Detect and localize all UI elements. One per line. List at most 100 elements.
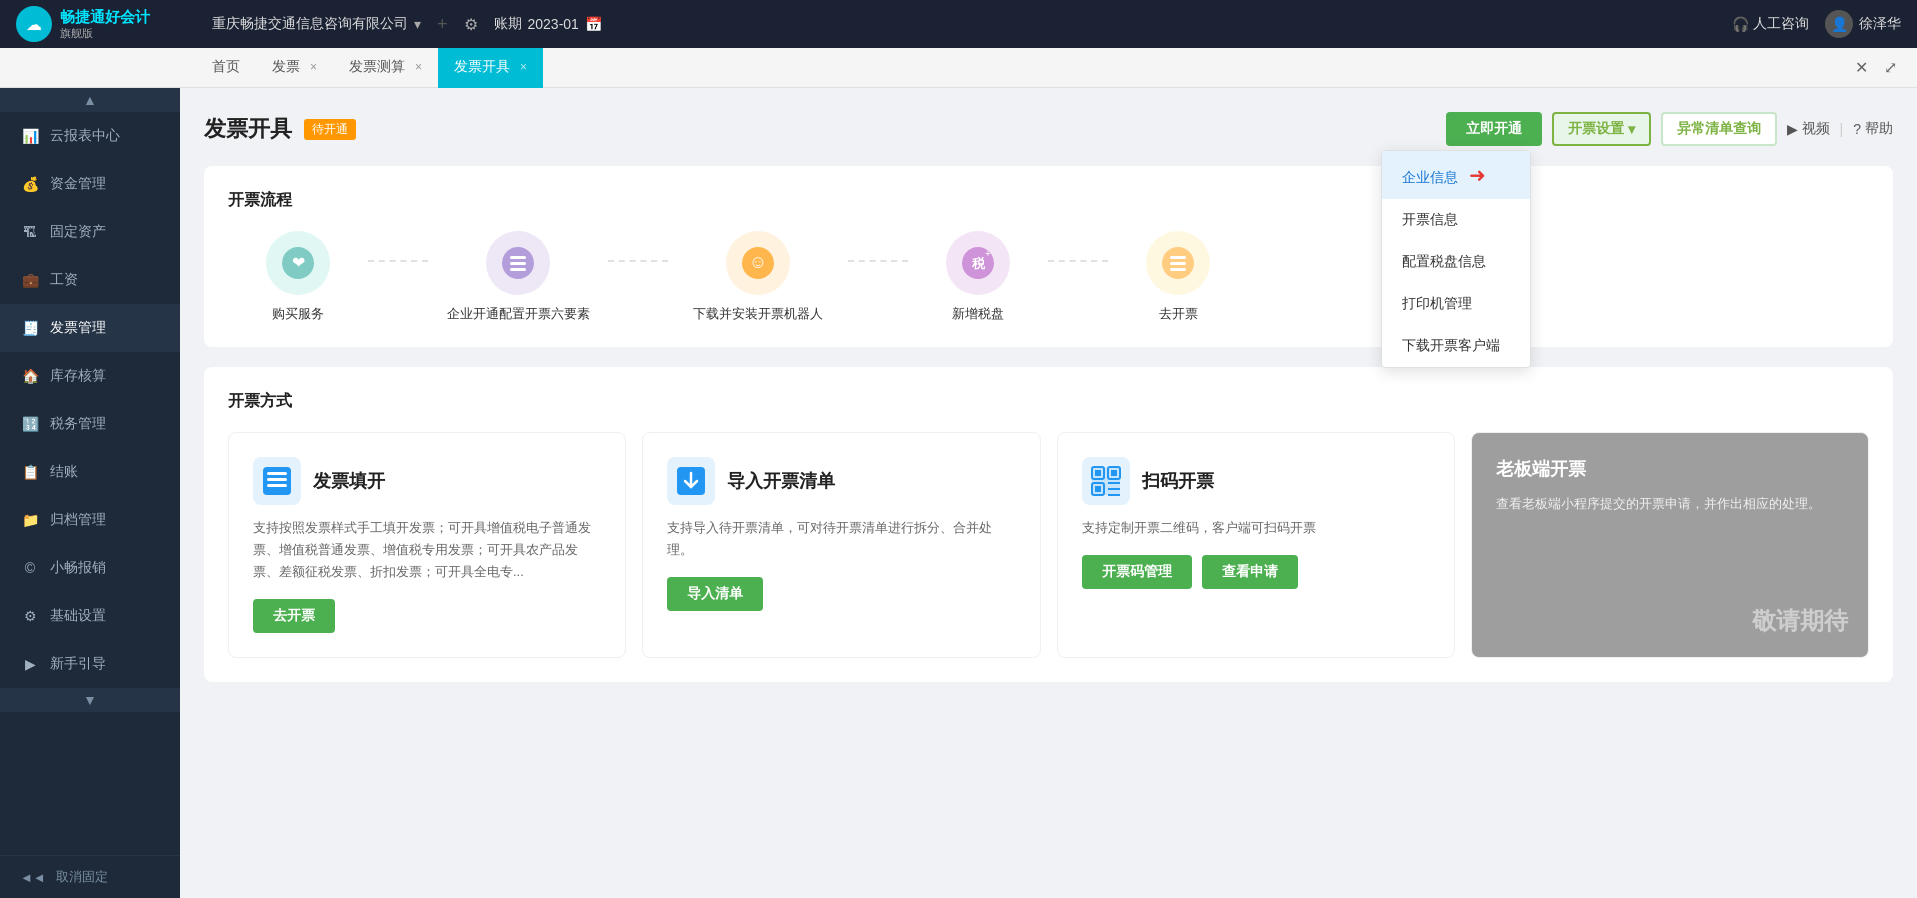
fill-invoice-button[interactable]: 去开票 [253,599,335,633]
sidebar-item-close-account[interactable]: 📋 结账 [0,448,180,496]
header-actions: 立即开通 开票设置 ▾ 企业信息 ➜ 开票信息 [1446,112,1893,146]
tab-home[interactable]: 首页 [196,48,256,88]
coming-soon-overlay: 敬请期待 [1752,605,1848,637]
dropdown-item-download[interactable]: 下载开票客户端 [1382,325,1530,367]
tab-invoice-calc[interactable]: 发票测算 × [333,48,438,88]
import-invoice-button[interactable]: 导入清单 [667,577,763,611]
sidebar-bottom-label: 取消固定 [56,868,108,886]
sidebar-item-expense-label: 小畅报销 [50,559,106,577]
method-card-fill: 发票填开 支持按照发票样式手工填开发票；可开具增值税电子普通发票、增值税普通发票… [228,432,626,658]
tab-invoice-label: 发票 [272,58,300,76]
method-header-boss: 老板端开票 [1496,457,1844,481]
settings-button[interactable]: 开票设置 ▾ [1552,112,1651,146]
tab-invoice-close[interactable]: × [310,60,317,74]
flow-step-4-icon: 税+ [946,231,1010,295]
video-button[interactable]: ▶ 视频 [1787,120,1830,138]
tax-icon: 🔢 [20,414,40,434]
tab-bar: 首页 发票 × 发票测算 × 发票开具 × ✕ ⤢ [0,48,1917,88]
import-invoice-icon [667,457,715,505]
top-bar: ☁ 畅捷通好会计 旗舰版 重庆畅捷交通信息咨询有限公司 ▾ + ⚙ 账期 202… [0,0,1917,48]
expense-icon: © [20,558,40,578]
sidebar-item-funds[interactable]: 💰 资金管理 [0,160,180,208]
consult-button[interactable]: 🎧 人工咨询 [1732,15,1809,33]
flow-title: 开票流程 [228,190,1869,211]
help-button[interactable]: ? 帮助 [1853,120,1893,138]
tab-invoice[interactable]: 发票 × [256,48,333,88]
consult-label: 人工咨询 [1753,15,1809,33]
svg-rect-3 [510,256,526,259]
qrcode-manage-button[interactable]: 开票码管理 [1082,555,1192,589]
logo-area: ☁ 畅捷通好会计 旗舰版 [16,6,196,42]
red-arrow-icon: ➜ [1469,164,1486,186]
invoice-icon: 🧾 [20,318,40,338]
sidebar-scroll-down[interactable]: ▼ [0,688,180,712]
sidebar-item-inventory[interactable]: 🏠 库存核算 [0,352,180,400]
company-name: 重庆畅捷交通信息咨询有限公司 [212,15,408,33]
maximize-button[interactable]: ⤢ [1880,54,1901,81]
sidebar-item-archive[interactable]: 📁 归档管理 [0,496,180,544]
sidebar-item-guide[interactable]: ▶ 新手引导 [0,640,180,688]
tab-invoice-calc-label: 发票测算 [349,58,405,76]
sidebar-unpin-button[interactable]: ◄◄ 取消固定 [0,855,180,898]
calendar-icon[interactable]: 📅 [585,16,602,32]
fill-invoice-icon [253,457,301,505]
settings-icon[interactable]: ⚙ [464,15,478,34]
svg-rect-12 [1170,256,1186,259]
methods-section: 开票方式 发票填开 支持按照发票样式手工填开发票；可开具增值税电子普通发票、增值… [204,367,1893,682]
svg-rect-4 [510,262,526,265]
abnormal-list-button[interactable]: 异常清单查询 [1661,112,1777,146]
sidebar-item-assets[interactable]: 🏗 固定资产 [0,208,180,256]
svg-rect-14 [1170,268,1186,271]
play-icon: ▶ [1787,121,1798,137]
tab-invoice-open[interactable]: 发票开具 × [438,48,543,88]
period-info: 账期 2023-01 📅 [494,15,602,33]
scan-invoice-icon [1082,457,1130,505]
asset-icon: 🏗 [20,222,40,242]
sidebar-item-reports[interactable]: 📊 云报表中心 [0,112,180,160]
sidebar-item-tax[interactable]: 🔢 税务管理 [0,400,180,448]
import-invoice-title: 导入开票清单 [727,469,835,493]
flow-step-1-icon: ❤ [266,231,330,295]
sidebar-item-invoice[interactable]: 🧾 发票管理 [0,304,180,352]
svg-text:税: 税 [971,256,986,271]
activate-button[interactable]: 立即开通 [1446,112,1542,146]
sidebar-item-settings[interactable]: ⚙ 基础设置 [0,592,180,640]
flow-step-3-label: 下载并安装开票机器人 [693,305,823,323]
sidebar-item-guide-label: 新手引导 [50,655,106,673]
chevron-down-icon: ▾ [414,16,421,32]
tab-invoice-calc-close[interactable]: × [415,60,422,74]
sidebar-item-invoice-label: 发票管理 [50,319,106,337]
chevron-down-icon: ▾ [1628,121,1635,137]
settings-btn-wrap: 开票设置 ▾ 企业信息 ➜ 开票信息 配置税盘信息 [1552,112,1651,146]
sidebar-scroll-up[interactable]: ▲ [0,88,180,112]
boss-invoice-title: 老板端开票 [1496,457,1586,481]
dropdown-item-printer[interactable]: 打印机管理 [1382,283,1530,325]
company-selector[interactable]: 重庆畅捷交通信息咨询有限公司 ▾ [212,15,421,33]
sidebar-item-salary[interactable]: 💼 工资 [0,256,180,304]
tab-invoice-open-label: 发票开具 [454,58,510,76]
sidebar-item-expense[interactable]: © 小畅报销 [0,544,180,592]
dropdown-item-invoice-info[interactable]: 开票信息 [1382,199,1530,241]
sidebar-item-inventory-label: 库存核算 [50,367,106,385]
methods-title: 开票方式 [228,391,1869,412]
chart-icon: 📊 [20,126,40,146]
sidebar-item-close-account-label: 结账 [50,463,78,481]
user-area[interactable]: 👤 徐泽华 [1825,10,1901,38]
svg-text:+: + [985,248,991,259]
period-value: 2023-01 [528,16,579,32]
view-apply-button[interactable]: 查看申请 [1202,555,1298,589]
boss-invoice-desc: 查看老板端小程序提交的开票申请，并作出相应的处理。 [1496,493,1844,515]
method-card-import: 导入开票清单 支持导入待开票清单，可对待开票清单进行拆分、合并处理。 导入清单 [642,432,1040,658]
avatar: 👤 [1825,10,1853,38]
headset-icon: 🎧 [1732,16,1749,32]
page-header: 发票开具 待开通 立即开通 开票设置 ▾ 企业信息 ➜ [204,112,1893,146]
flow-connector-1 [368,260,428,262]
flow-step-4-label: 新增税盘 [952,305,1004,323]
dropdown-item-taxdisk-label: 配置税盘信息 [1402,253,1486,269]
dropdown-item-taxdisk[interactable]: 配置税盘信息 [1382,241,1530,283]
sidebar-item-reports-label: 云报表中心 [50,127,120,145]
dropdown-item-company[interactable]: 企业信息 ➜ [1382,151,1530,199]
close-tab-button[interactable]: ✕ [1851,54,1872,81]
tab-invoice-open-close[interactable]: × [520,60,527,74]
svg-text:❤: ❤ [292,254,305,271]
